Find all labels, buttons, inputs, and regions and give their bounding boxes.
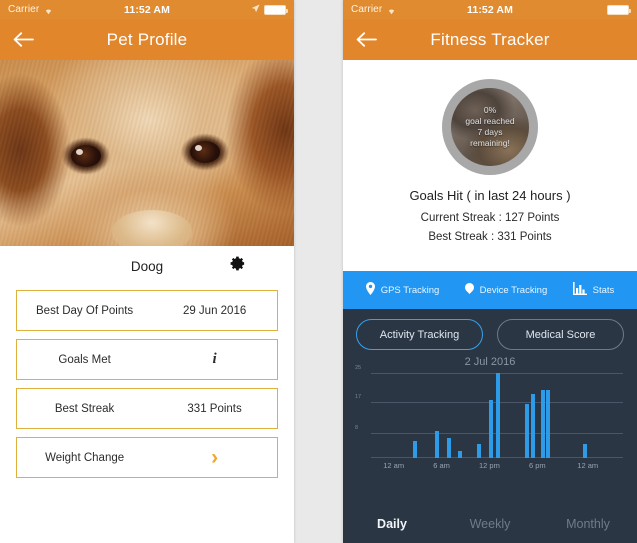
tab-daily[interactable]: Daily — [343, 517, 441, 531]
row-value: 29 Jun 2016 — [182, 304, 247, 317]
chart-bar — [489, 400, 494, 458]
row-label: Best Streak — [54, 402, 115, 415]
gauge-line4: remaining! — [470, 138, 510, 148]
chart-x-axis: 12 am 6 am 12 pm 6 pm 12 am — [371, 458, 623, 472]
tab-monthly[interactable]: Monthly — [539, 517, 637, 531]
status-time: 11:52 AM — [124, 3, 170, 16]
tab-label: GPS Tracking — [380, 284, 440, 296]
tab-weekly[interactable]: Weekly — [441, 517, 539, 531]
chart-bar — [582, 444, 587, 458]
pet-name: Doog — [130, 258, 164, 274]
map-pin-icon — [365, 282, 375, 298]
segment-medical-score[interactable]: Medical Score — [497, 319, 624, 350]
status-bar-left: Carrier 11:52 AM — [0, 0, 294, 19]
location-arrow-icon — [251, 3, 260, 16]
tab-label: Weekly — [469, 517, 511, 531]
battery-icon — [607, 4, 631, 15]
dog-eye-right — [190, 141, 220, 163]
status-time: 11:52 AM — [467, 3, 513, 16]
tab-stats[interactable]: Stats — [572, 282, 615, 298]
goals-hit-title: Goals Hit ( in last 24 hours ) — [409, 188, 571, 203]
chart-bar — [476, 444, 481, 458]
best-streak: Best Streak : 331 Points — [428, 231, 552, 243]
chart-x-tick: 12 am — [383, 461, 405, 470]
chart-x-tick: 6 pm — [528, 461, 546, 470]
back-arrow-icon[interactable] — [343, 32, 389, 47]
tab-label: Monthly — [566, 517, 610, 531]
row-value: 331 Points — [187, 402, 242, 415]
list-item[interactable]: Best Day Of Points 29 Jun 2016 — [16, 290, 278, 331]
chart-y-tick: 17 — [355, 394, 362, 401]
gear-icon[interactable] — [227, 254, 246, 278]
goal-gauge[interactable]: 0% goal reached 7 days remaining! — [442, 79, 538, 175]
chart-x-tick: 12 am — [577, 461, 599, 470]
pet-photo — [0, 60, 294, 246]
segmented-control: Activity Tracking Medical Score — [343, 309, 637, 350]
tab-label: Daily — [377, 517, 407, 531]
status-right-group — [607, 4, 631, 15]
nav-bar-right: Fitness Tracker — [343, 19, 637, 60]
activity-panel: Activity Tracking Medical Score 2 Jul 20… — [343, 309, 637, 543]
phone-pet-profile: Carrier 11:52 AM Pet Profile Doog Best D… — [0, 0, 294, 543]
row-label: Best Day Of Points — [36, 304, 134, 317]
battery-icon — [264, 4, 288, 15]
tab-label: Device Tracking — [479, 284, 548, 296]
chart-bar — [524, 403, 529, 458]
chart-bar — [531, 393, 536, 458]
info-icon[interactable]: i — [152, 351, 277, 368]
back-arrow-icon[interactable] — [0, 32, 46, 47]
dog-snout — [112, 210, 192, 246]
fitness-summary: 0% goal reached 7 days remaining! Goals … — [343, 60, 637, 271]
gauge-line3: 7 days — [477, 127, 503, 137]
chart-bar — [546, 390, 551, 458]
chart-bar — [412, 441, 417, 458]
segment-label: Medical Score — [525, 328, 596, 341]
row-label: Weight Change — [45, 451, 125, 464]
list-item[interactable]: Goals Met i — [16, 339, 278, 380]
period-tab-bar: Daily Weekly Monthly — [343, 502, 637, 543]
chart-y-tick: 25 — [355, 364, 362, 371]
tracking-tab-bar: GPS Tracking Device Tracking Stats — [343, 271, 637, 309]
bar-chart-icon — [572, 282, 587, 298]
chart-bar — [541, 390, 546, 458]
tab-device-tracking[interactable]: Device Tracking — [464, 283, 548, 297]
chart-bar — [446, 437, 451, 458]
nav-bar-left: Pet Profile — [0, 19, 294, 60]
current-streak: Current Streak : 127 Points — [420, 212, 560, 224]
gauge-line2: goal reached — [465, 116, 515, 126]
chart-bar — [457, 451, 462, 458]
chart-bar — [435, 430, 440, 458]
gauge-text: 0% goal reached 7 days remaining! — [442, 79, 538, 175]
segment-label: Activity Tracking — [379, 328, 460, 341]
chart-bar — [495, 373, 500, 458]
chevron-right-icon[interactable]: › — [152, 447, 277, 468]
dog-eye-left — [71, 145, 101, 167]
dual-phone-mockup: Carrier 11:52 AM Pet Profile Doog Best D… — [0, 0, 637, 543]
list-item[interactable]: Weight Change › — [16, 437, 278, 478]
segment-activity-tracking[interactable]: Activity Tracking — [356, 319, 483, 350]
tab-gps-tracking[interactable]: GPS Tracking — [365, 282, 440, 298]
pet-name-row: Doog — [0, 246, 294, 286]
tab-label: Stats — [592, 284, 615, 296]
chart-y-tick: 8 — [355, 425, 359, 432]
chart-x-tick: 12 pm — [479, 461, 500, 470]
status-right-group — [251, 3, 288, 16]
status-bar-right: Carrier 11:52 AM — [343, 0, 637, 19]
chart-plot-area: 25 17 8 — [355, 365, 623, 458]
gauge-percent: 0% — [483, 105, 497, 115]
goal-gauge-wrap: 0% goal reached 7 days remaining! — [343, 60, 637, 175]
stats-list: Best Day Of Points 29 Jun 2016 Goals Met… — [0, 286, 294, 478]
phone-fitness-tracker: Carrier 11:52 AM Fitness Tracker 0% goal… — [343, 0, 637, 543]
activity-bar-chart: 2 Jul 2016 25 17 8 12 am 6 am 12 pm 6 pm 12 am — [353, 356, 627, 470]
chart-title: 2 Jul 2016 — [464, 356, 516, 368]
row-label: Goals Met — [58, 353, 111, 366]
list-item[interactable]: Best Streak 331 Points — [16, 388, 278, 429]
location-dot-icon — [464, 283, 474, 297]
chart-x-tick: 6 am — [433, 461, 450, 470]
